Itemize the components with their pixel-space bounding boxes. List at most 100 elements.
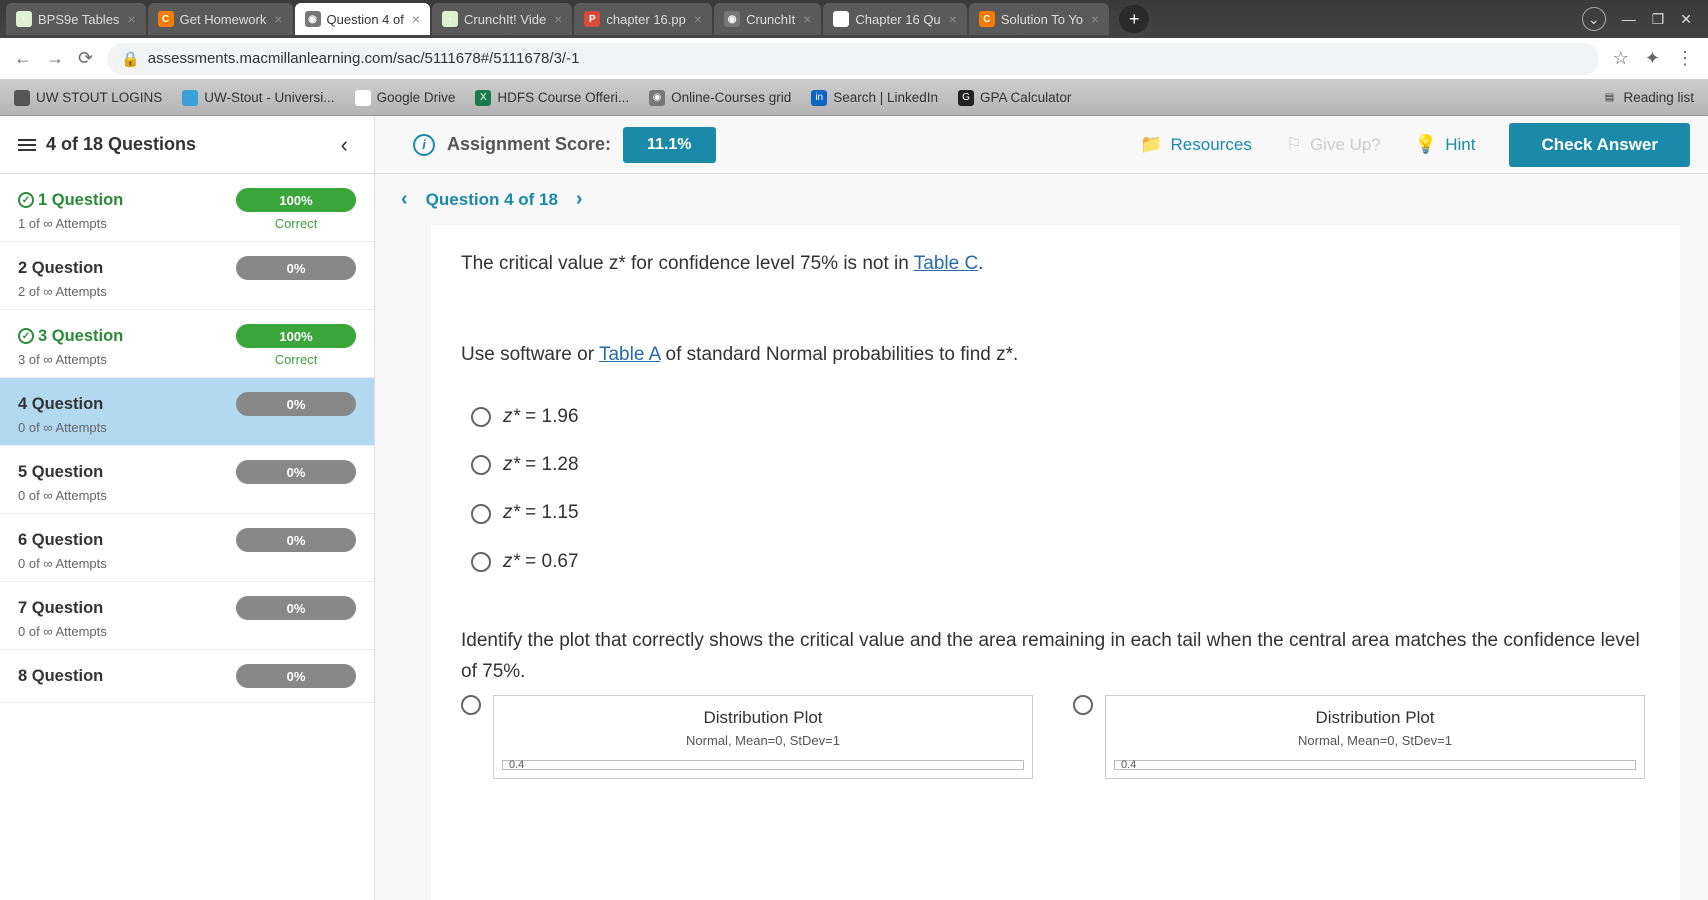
correct-label: Correct xyxy=(236,216,356,231)
question-item[interactable]: 2 Question0%2 of ∞ Attempts xyxy=(0,242,374,310)
bookmark-label: HDFS Course Offeri... xyxy=(497,90,629,105)
bookmark-item[interactable]: ▲Google Drive xyxy=(355,90,456,106)
radio-icon[interactable] xyxy=(471,504,491,524)
browser-tab[interactable]: ·CrunchIt! Vide× xyxy=(432,3,572,35)
reload-icon[interactable]: ⟳ xyxy=(78,48,93,69)
tab-label: Question 4 of xyxy=(327,12,404,27)
next-question-icon[interactable]: › xyxy=(576,188,583,211)
close-icon[interactable]: × xyxy=(803,11,811,27)
bookmark-item[interactable]: inSearch | LinkedIn xyxy=(811,90,938,106)
table-a-link[interactable]: Table A xyxy=(599,344,660,365)
back-icon[interactable]: ← xyxy=(14,48,32,69)
prev-question-icon[interactable]: ‹ xyxy=(401,188,408,211)
close-icon[interactable]: × xyxy=(274,11,282,27)
favicon-icon: · xyxy=(442,11,458,27)
prompt-line-3: Identify the plot that correctly shows t… xyxy=(461,626,1650,687)
question-title: ✓3 Question xyxy=(18,327,123,346)
browser-tab[interactable]: C Solution To Yo × xyxy=(969,3,1109,35)
lock-icon: 🔒 xyxy=(121,50,140,68)
bookmark-item[interactable]: UW-Stout - Universi... xyxy=(182,90,334,106)
bookmark-favicon-icon xyxy=(182,90,198,106)
forward-icon[interactable]: → xyxy=(46,48,64,69)
close-icon[interactable]: × xyxy=(949,11,957,27)
main-panel: i Assignment Score: 11.1% 📁 Resources ⚐ … xyxy=(375,116,1708,900)
browser-tab[interactable]: ◌Chapter 16 Qu× xyxy=(823,3,966,35)
bookmark-item[interactable]: ◉Online-Courses grid xyxy=(649,90,791,106)
radio-icon[interactable] xyxy=(471,552,491,572)
radio-icon[interactable] xyxy=(461,695,481,715)
favicon-icon: C xyxy=(158,11,174,27)
folder-icon: 📁 xyxy=(1140,134,1162,155)
answer-option[interactable]: z* = 1.15 xyxy=(471,489,1650,537)
score-pill: 100% xyxy=(236,324,356,348)
favicon-icon: C xyxy=(979,11,995,27)
answer-option[interactable]: z* = 1.96 xyxy=(471,393,1650,441)
close-icon[interactable]: × xyxy=(1091,11,1099,27)
attempts-label: 0 of ∞ Attempts xyxy=(18,624,107,639)
correct-label: Correct xyxy=(236,352,356,367)
favicon-icon: · xyxy=(16,11,32,27)
question-item[interactable]: ✓3 Question100%3 of ∞ AttemptsCorrect xyxy=(0,310,374,378)
hamburger-icon[interactable] xyxy=(18,136,36,154)
bookmark-favicon-icon: ◉ xyxy=(649,90,665,106)
give-up-button: ⚐ Give Up? xyxy=(1286,134,1381,155)
bookmark-item[interactable]: GGPA Calculator xyxy=(958,90,1071,106)
restore-icon[interactable]: ❐ xyxy=(1652,11,1665,28)
close-icon[interactable]: × xyxy=(694,11,702,27)
browser-tab[interactable]: C Get Homework × xyxy=(148,3,293,35)
browser-tab[interactable]: ◉CrunchIt× xyxy=(714,3,821,35)
question-item[interactable]: 6 Question0%0 of ∞ Attempts xyxy=(0,514,374,582)
score-value: 11.1% xyxy=(623,127,715,163)
close-icon[interactable]: × xyxy=(127,11,135,27)
question-item[interactable]: 8 Question0% xyxy=(0,650,374,703)
bookmark-item[interactable]: UW STOUT LOGINS xyxy=(14,90,162,106)
browser-tab[interactable]: · BPS9e Tables × xyxy=(6,3,146,35)
radio-icon[interactable] xyxy=(471,407,491,427)
close-window-icon[interactable]: ✕ xyxy=(1680,11,1692,28)
score-pill: 100% xyxy=(236,188,356,212)
radio-icon[interactable] xyxy=(1073,695,1093,715)
plot-option-2[interactable]: Distribution Plot Normal, Mean=0, StDev=… xyxy=(1073,695,1645,779)
question-item[interactable]: ✓1 Question100%1 of ∞ AttemptsCorrect xyxy=(0,174,374,242)
address-bar: ← → ⟳ 🔒 assessments.macmillanlearning.co… xyxy=(0,38,1708,80)
hint-button[interactable]: 💡 Hint xyxy=(1415,134,1476,155)
option-text: z* = 1.28 xyxy=(503,450,579,480)
table-c-link[interactable]: Table C xyxy=(914,253,978,274)
new-tab-button[interactable]: + xyxy=(1119,5,1149,33)
answer-options: z* = 1.96 z* = 1.28 z* = 1.15z* = 0.67 xyxy=(471,393,1650,587)
tab-label: Solution To Yo xyxy=(1001,12,1083,27)
question-title: 7 Question xyxy=(18,599,103,618)
question-item[interactable]: 4 Question0%0 of ∞ Attempts xyxy=(0,378,374,446)
info-icon[interactable]: i xyxy=(413,134,435,156)
plot-option-1[interactable]: Distribution Plot Normal, Mean=0, StDev=… xyxy=(461,695,1033,779)
bookmark-label: UW-Stout - Universi... xyxy=(204,90,334,105)
radio-icon[interactable] xyxy=(471,455,491,475)
check-answer-button[interactable]: Check Answer xyxy=(1509,123,1690,167)
url-input[interactable]: 🔒 assessments.macmillanlearning.com/sac/… xyxy=(107,43,1599,75)
bookmark-item[interactable]: XHDFS Course Offeri... xyxy=(475,90,629,106)
collapse-sidebar-icon[interactable]: ‹ xyxy=(341,132,356,158)
tab-label: Get Homework xyxy=(180,12,267,27)
tab-label: BPS9e Tables xyxy=(38,12,119,27)
close-icon[interactable]: × xyxy=(412,11,420,27)
question-item[interactable]: 5 Question0%0 of ∞ Attempts xyxy=(0,446,374,514)
bookmark-favicon-icon xyxy=(14,90,30,106)
question-sidebar: 4 of 18 Questions ‹ ✓1 Question100%1 of … xyxy=(0,116,375,900)
answer-option[interactable]: z* = 0.67 xyxy=(471,538,1650,586)
tabs-dropdown-icon[interactable]: ⌄ xyxy=(1582,7,1606,31)
resources-button[interactable]: 📁 Resources xyxy=(1140,134,1252,155)
extensions-icon[interactable]: ✦ xyxy=(1645,48,1660,69)
menu-icon[interactable]: ⋮ xyxy=(1676,48,1694,69)
close-icon[interactable]: × xyxy=(554,11,562,27)
answer-option[interactable]: z* = 1.28 xyxy=(471,441,1650,489)
question-item[interactable]: 7 Question0%0 of ∞ Attempts xyxy=(0,582,374,650)
bookmark-label: Google Drive xyxy=(377,90,456,105)
plot-box: Distribution Plot Normal, Mean=0, StDev=… xyxy=(493,695,1033,779)
bookmark-label: UW STOUT LOGINS xyxy=(36,90,162,105)
minimize-icon[interactable]: — xyxy=(1622,11,1636,27)
bookmark-star-icon[interactable]: ☆ xyxy=(1613,48,1629,69)
reading-list-button[interactable]: ▤ Reading list xyxy=(1601,90,1694,106)
attempts-label: 0 of ∞ Attempts xyxy=(18,556,107,571)
browser-tab[interactable]: Pchapter 16.pp× xyxy=(574,3,712,35)
browser-tab[interactable]: ◉Question 4 of× xyxy=(295,3,431,35)
